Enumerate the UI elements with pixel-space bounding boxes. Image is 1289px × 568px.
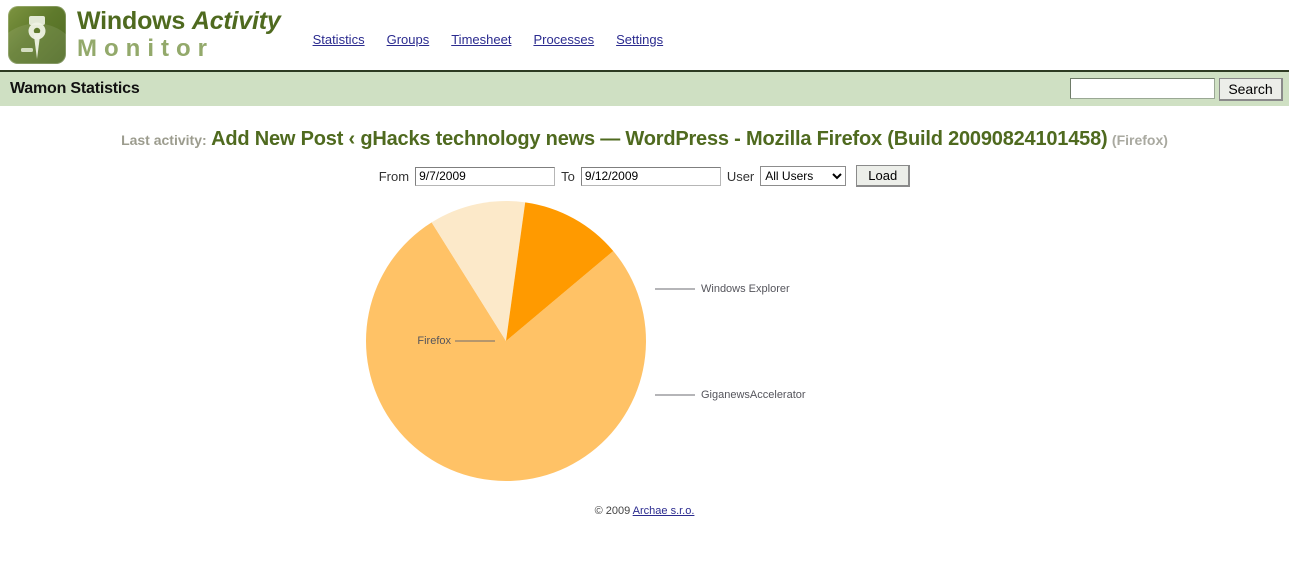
pen-nib-icon: [8, 6, 66, 64]
nav-item-settings[interactable]: Settings: [616, 32, 663, 47]
logo[interactable]: Windows Activity Monitor: [8, 6, 281, 64]
pie-label-giganewsaccelerator: GiganewsAccelerator: [701, 389, 806, 401]
last-activity-title: Add New Post ‹ gHacks technology news — …: [211, 128, 1108, 150]
logo-activity-text: Activity: [191, 7, 281, 35]
search-button[interactable]: Search: [1219, 78, 1283, 101]
logo-line-1: Windows Activity: [77, 9, 281, 34]
last-activity-app: (Firefox): [1111, 132, 1168, 148]
search-input[interactable]: [1070, 78, 1215, 99]
main-navigation: Statistics Groups Timesheet Processes Se…: [313, 24, 664, 47]
logo-windows-text: Windows: [77, 7, 192, 35]
last-activity-line: Last activity: Add New Post ‹ gHacks tec…: [0, 128, 1289, 151]
logo-line-2: Monitor: [77, 35, 214, 62]
page-title: Wamon Statistics: [10, 80, 140, 97]
to-label: To: [561, 168, 575, 184]
last-activity-label: Last activity:: [121, 132, 207, 148]
page-title-bar: Wamon Statistics Search: [0, 70, 1289, 106]
pie-label-firefox: Firefox: [417, 335, 451, 347]
nav-item-timesheet[interactable]: Timesheet: [451, 32, 511, 47]
footer-company-link[interactable]: Archae s.r.o.: [633, 505, 695, 517]
user-select[interactable]: All Users: [760, 166, 847, 186]
logo-wordmark: Windows Activity Monitor: [77, 9, 281, 61]
pie-chart-svg: Firefox Windows Explorer GiganewsAcceler…: [365, 201, 806, 482]
search-form: Search: [1070, 78, 1283, 101]
from-label: From: [378, 168, 410, 184]
activity-pie-chart: Firefox Windows Explorer GiganewsAcceler…: [0, 193, 1289, 503]
nav-item-statistics[interactable]: Statistics: [313, 32, 365, 47]
nav-item-processes[interactable]: Processes: [533, 32, 594, 47]
load-button[interactable]: Load: [856, 165, 911, 187]
to-date-input[interactable]: [580, 166, 721, 186]
pie-slices: [365, 201, 646, 482]
nib-glyph: [21, 16, 46, 59]
nav-item-groups[interactable]: Groups: [387, 32, 430, 47]
filter-bar: From To User All Users Load: [0, 165, 1289, 187]
pie-label-windows-explorer: Windows Explorer: [701, 283, 790, 295]
site-header: Windows Activity Monitor Statistics Grou…: [0, 0, 1289, 70]
footer-copyright: © 2009: [594, 505, 633, 517]
from-date-input[interactable]: [415, 166, 556, 186]
user-label: User: [726, 168, 755, 184]
footer: © 2009 Archae s.r.o.: [0, 505, 1289, 517]
